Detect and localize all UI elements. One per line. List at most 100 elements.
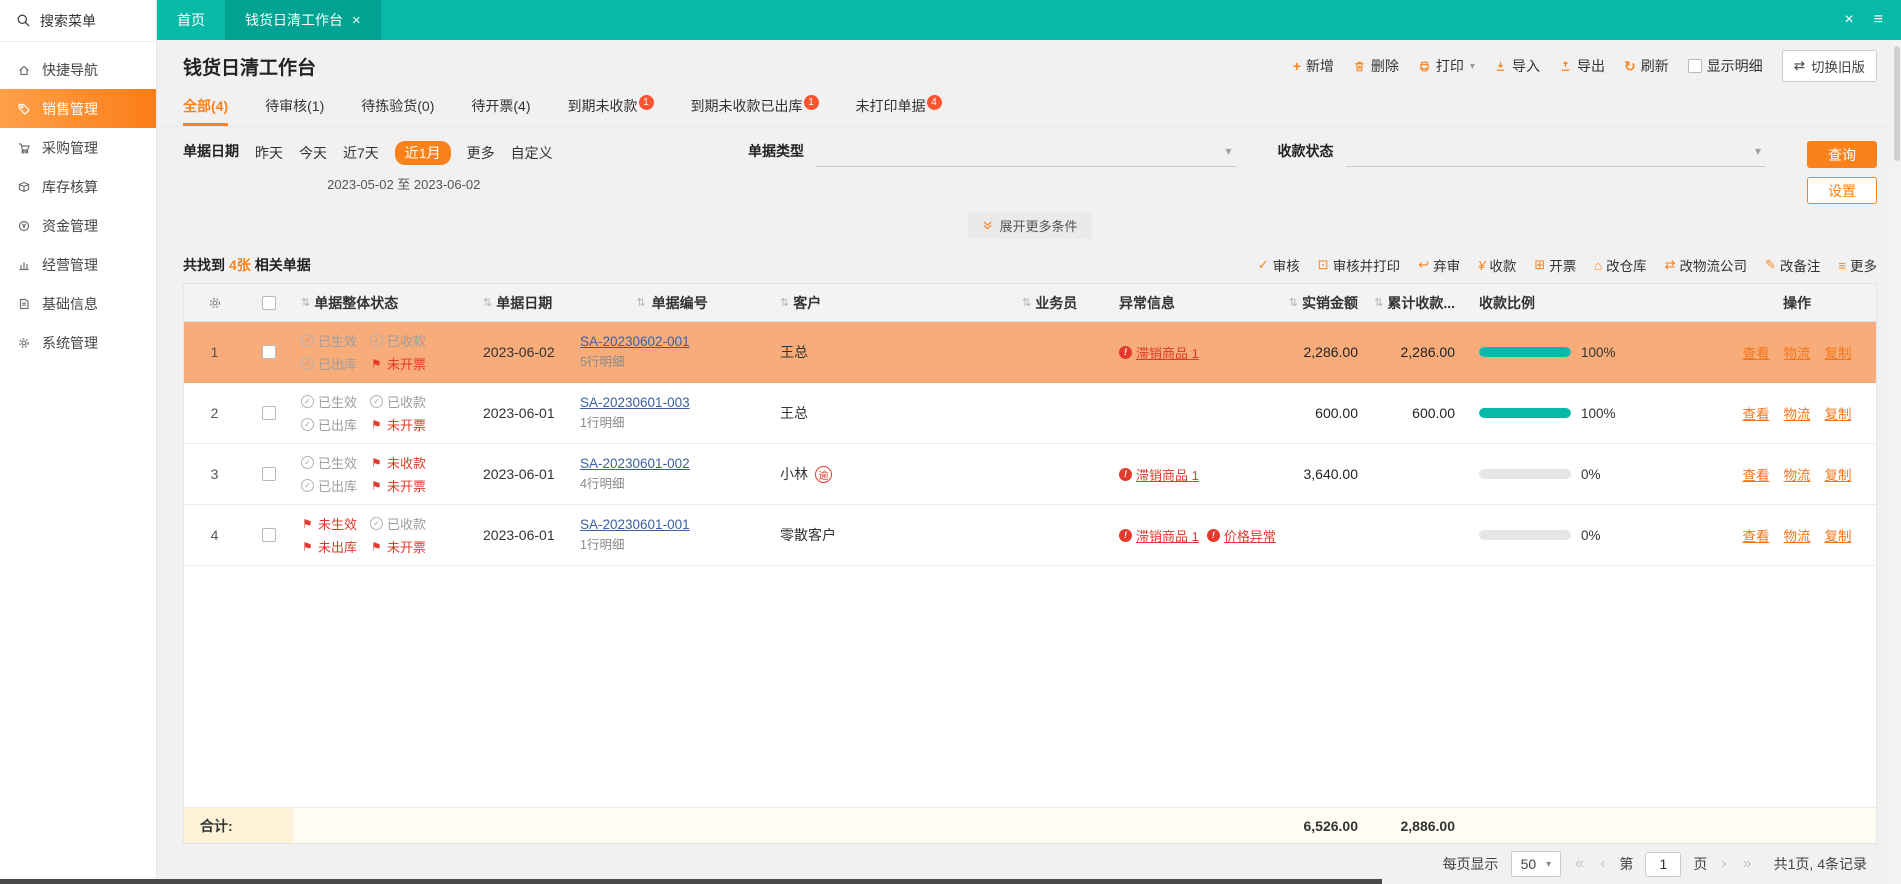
date-option-more[interactable]: 更多 [467,143,495,163]
row-checkbox[interactable] [262,528,276,542]
date-range-value[interactable]: 2023-05-02 至 2023-06-02 [255,174,553,193]
doc-type-select[interactable]: ▾ [816,141,1236,167]
show-detail-checkbox[interactable] [1687,59,1702,73]
logistics-link[interactable]: 物流 [1784,464,1811,484]
status-tab-pending-invoice[interactable]: 待开票(4) [471,96,530,126]
row-checkbox[interactable] [262,406,276,420]
sidebar-item-inventory[interactable]: 库存核算 [0,167,156,206]
tab-list-menu-icon[interactable]: ≡ [1874,11,1883,29]
table-row[interactable]: 1 已生效 已收款 已出库 未开票 2023-06-02 SA-20230602… [184,322,1876,383]
switch-old-version-button[interactable]: ⇄ 切换旧版 [1781,50,1877,82]
row-checkbox[interactable] [262,467,276,481]
export-button[interactable]: 导出 [1559,56,1605,76]
tab-home[interactable]: 首页 [157,0,225,40]
page-number-input[interactable] [1645,851,1682,877]
col-header-date[interactable]: ⇅ 单据日期 [475,284,572,321]
table-row[interactable]: 2 已生效 已收款 已出库 未开票 2023-06-01 SA-20230601… [184,383,1876,444]
prev-page-button[interactable]: ‹ [1598,855,1607,873]
date-option-today[interactable]: 今天 [299,143,327,163]
per-page-select[interactable]: 50 ▾ [1510,851,1562,877]
first-page-button[interactable]: « [1573,855,1586,873]
scrollbar-thumb[interactable] [1894,46,1900,161]
doc-number-link[interactable]: SA-20230602-001 [580,334,690,349]
exception-link[interactable]: 滞销商品 1 [1136,465,1199,484]
next-page-button[interactable]: › [1719,855,1728,873]
refresh-button[interactable]: ↻ 刷新 [1624,56,1669,76]
exception-link[interactable]: 滞销商品 1 [1136,343,1199,362]
row-checkbox[interactable] [262,345,276,359]
logistics-link[interactable]: 物流 [1784,403,1811,423]
col-header-amount[interactable]: ⇅ 实销金额 [1275,284,1366,321]
tab-close-icon[interactable]: × [352,12,361,29]
copy-link[interactable]: 复制 [1825,342,1852,362]
column-settings-gear-icon[interactable] [184,284,245,321]
doc-number-link[interactable]: SA-20230601-001 [580,517,690,532]
query-button[interactable]: 查询 [1807,141,1877,168]
last-page-button[interactable]: » [1741,855,1754,873]
close-all-tabs-icon[interactable]: × [1844,11,1853,29]
status-tab-overdue-shipped[interactable]: 到期未收款已出库 1 [691,95,819,126]
col-header-exception[interactable]: ⇅异常信息 [1111,284,1275,321]
col-header-status[interactable]: ⇅ 单据整体状态 [293,284,475,321]
view-link[interactable]: 查看 [1743,464,1770,484]
copy-link[interactable]: 复制 [1825,525,1852,545]
receive-payment-button[interactable]: 收款 [1478,255,1516,275]
view-link[interactable]: 查看 [1743,342,1770,362]
show-detail-toggle[interactable]: 显示明细 [1687,56,1763,76]
abandon-audit-button[interactable]: 弃审 [1418,255,1460,275]
status-tab-unprinted[interactable]: 未打印单据 4 [856,95,942,126]
horizontal-scrollbar-thumb[interactable] [0,879,1382,884]
invoice-button[interactable]: 开票 [1534,255,1576,275]
print-button[interactable]: 打印 ▾ [1418,56,1475,76]
change-warehouse-button[interactable]: 改仓库 [1594,255,1647,275]
doc-number-link[interactable]: SA-20230601-003 [580,395,690,410]
copy-link[interactable]: 复制 [1825,403,1852,423]
audit-button[interactable]: 审核 [1258,255,1300,275]
status-tab-pending-audit[interactable]: 待审核(1) [265,96,324,126]
sidebar-item-operations[interactable]: 经营管理 [0,245,156,284]
change-remark-button[interactable]: 改备注 [1765,255,1821,275]
col-header-number[interactable]: ⇅ 单据编号 [572,284,772,321]
col-header-customer[interactable]: ⇅ 客户 [772,284,1014,321]
date-option-custom[interactable]: 自定义 [511,143,553,163]
sidebar-item-basic-info[interactable]: 基础信息 [0,284,156,323]
copy-link[interactable]: 复制 [1825,464,1852,484]
table-row[interactable]: 4 未生效 已收款 未出库 未开票 2023-06-01 SA-20230601… [184,505,1876,566]
status-tab-overdue-unpaid[interactable]: 到期未收款 1 [568,95,654,126]
status-tab-all[interactable]: 全部(4) [183,96,229,126]
col-header-received[interactable]: ⇅ 累计收款... [1366,284,1463,321]
col-header-salesman[interactable]: ⇅ 业务员 [1014,284,1111,321]
view-link[interactable]: 查看 [1743,525,1770,545]
vertical-scrollbar[interactable] [1893,40,1901,884]
more-actions-button[interactable]: 更多 [1838,255,1877,275]
sidebar-item-quick-nav[interactable]: 快捷导航 [0,50,156,89]
menu-search[interactable]: 搜索菜单 [0,0,156,42]
date-option-last7days[interactable]: 近7天 [343,143,379,163]
select-all-checkbox[interactable] [262,295,276,310]
date-option-yesterday[interactable]: 昨天 [255,143,283,163]
logistics-link[interactable]: 物流 [1784,342,1811,362]
delete-button[interactable]: 删除 [1353,56,1399,76]
col-header-ratio[interactable]: ⇅收款比例 [1463,284,1718,321]
payment-status-select[interactable]: ▾ [1345,141,1765,167]
change-logistics-button[interactable]: 改物流公司 [1665,255,1748,275]
settings-button[interactable]: 设置 [1807,177,1877,204]
exception-link[interactable]: 滞销商品 1 [1136,526,1199,545]
tab-workbench[interactable]: 钱货日清工作台 × [225,0,381,40]
sidebar-item-sales[interactable]: 销售管理 [0,89,156,128]
import-button[interactable]: 导入 [1494,56,1540,76]
sidebar-item-funds[interactable]: 资金管理 [0,206,156,245]
audit-print-button[interactable]: 审核并打印 [1318,255,1401,275]
logistics-link[interactable]: 物流 [1784,525,1811,545]
view-link[interactable]: 查看 [1743,403,1770,423]
add-button[interactable]: + 新增 [1293,56,1334,76]
doc-number-link[interactable]: SA-20230601-002 [580,456,690,471]
sidebar-item-purchase[interactable]: 采购管理 [0,128,156,167]
date-option-last-month[interactable]: 近1月 [394,141,451,165]
table-row[interactable]: 3 已生效 未收款 已出库 未开票 2023-06-01 SA-20230601… [184,444,1876,505]
col-header-ops[interactable]: 操作 [1718,284,1876,321]
expand-more-button[interactable]: 展开更多条件 [968,212,1092,239]
status-tab-pending-pick[interactable]: 待拣验货(0) [361,96,434,126]
exception-link[interactable]: 价格异常 [1224,526,1276,545]
sidebar-item-system[interactable]: 系统管理 [0,323,156,362]
